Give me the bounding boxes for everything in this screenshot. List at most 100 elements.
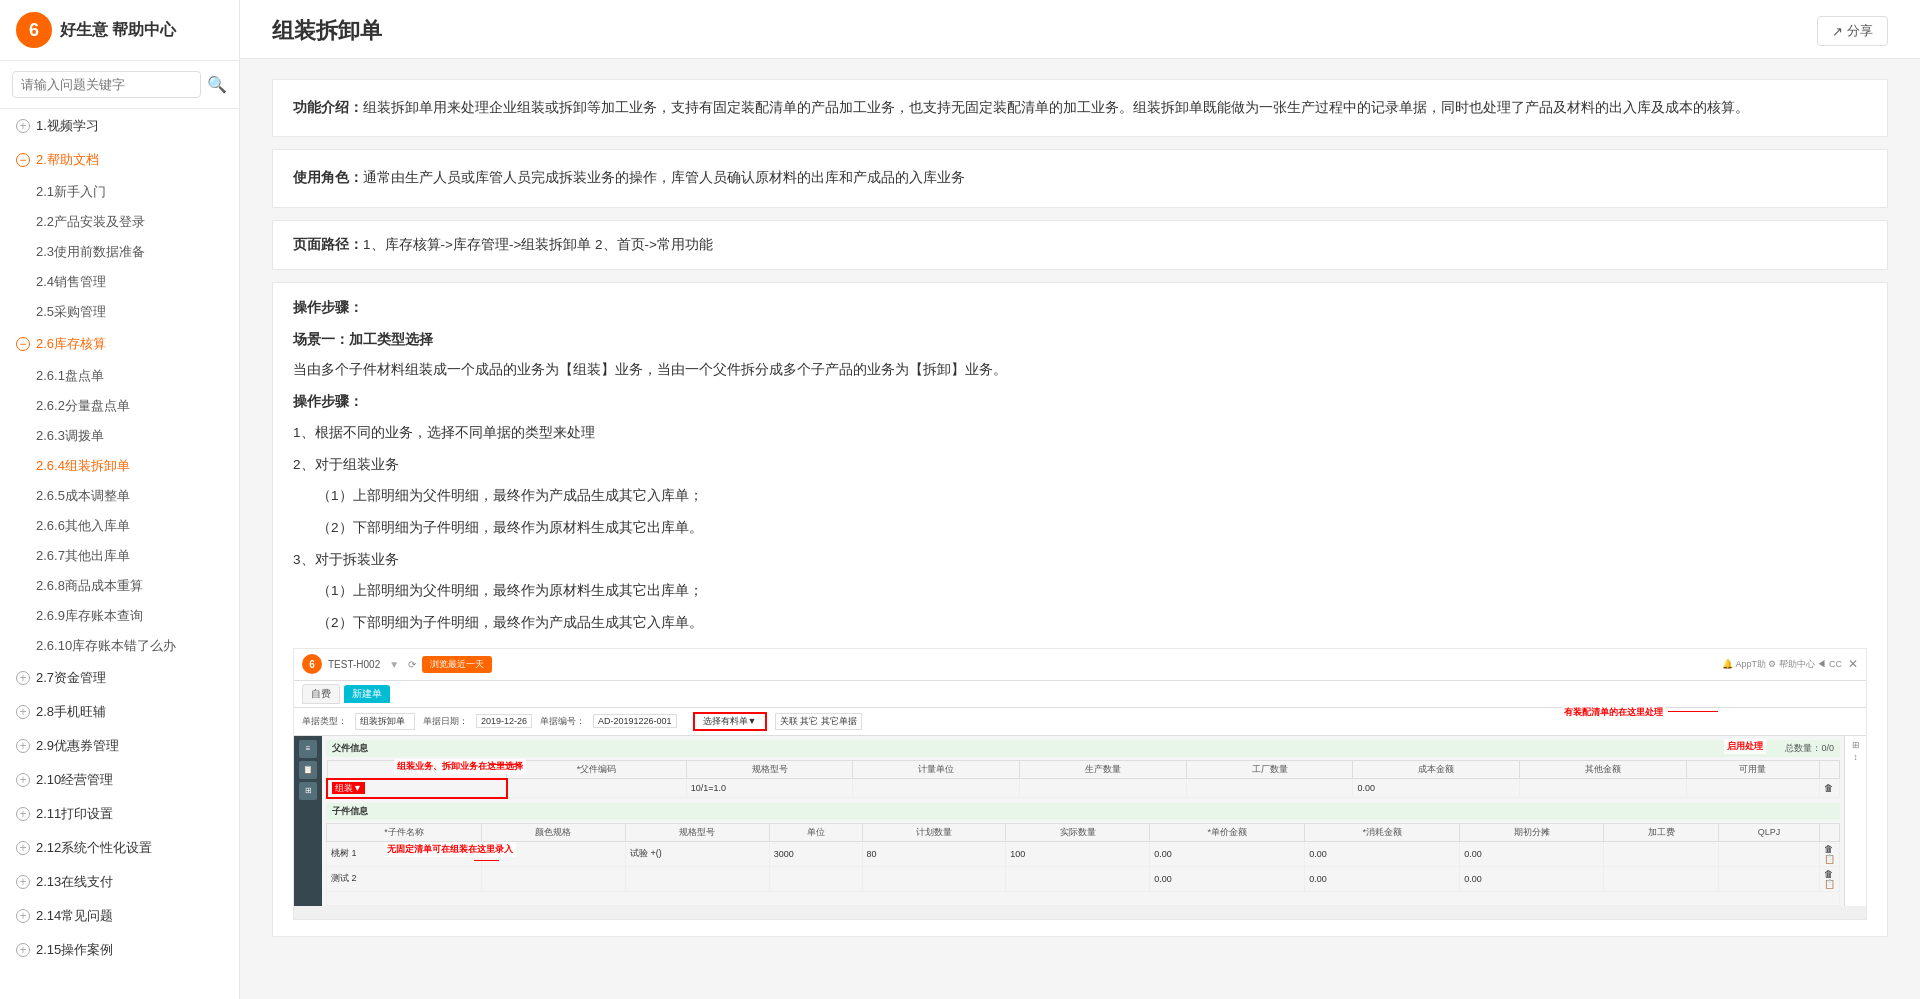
main-area: 组装拆卸单 ↗ 分享 功能介绍：组装拆卸单用来处理企业组装或拆卸等加工业务，支持…: [240, 0, 1920, 999]
role-text: 通常由生产人员或库管人员完成拆装业务的操作，库管人员确认原材料的出库和产成品的入…: [363, 170, 965, 185]
mini-td-factory: [1186, 779, 1353, 798]
scene1-desc: 当由多个子件材料组装成一个成品的业务为【组装】业务，当由一个父件拆分成多个子产品…: [293, 357, 1867, 383]
mini-btd2-11: [1719, 866, 1820, 891]
sidebar-item-2-6-1[interactable]: 2.6.1盘点单: [0, 361, 239, 391]
sidebar-item-2-6-2[interactable]: 2.6.2分量盘点单: [0, 391, 239, 421]
mini-close-icon: ✕: [1848, 657, 1858, 671]
mini-btd2-2: [482, 866, 626, 891]
mini-bth-6: 实际数量: [1006, 823, 1150, 841]
ops-steps-subtitle: 操作步骤：: [293, 389, 1867, 415]
mini-tab-new: 新建单: [344, 685, 390, 703]
mini-btd2-12: 🗑 📋: [1820, 866, 1840, 891]
mini-bth-5: 计划数量: [862, 823, 1006, 841]
mini-th-7: 成本金额: [1353, 760, 1520, 779]
expand-icon: +: [16, 671, 30, 685]
search-button[interactable]: 🔍: [207, 75, 227, 94]
mini-th-9: 可用量: [1686, 760, 1819, 779]
sidebar-item-2-13[interactable]: + 2.13在线支付: [0, 865, 239, 899]
sidebar-item-2-1[interactable]: 2.1新手入门: [0, 177, 239, 207]
sidebar-item-2-6-9[interactable]: 2.6.9库存账本查询: [0, 601, 239, 631]
sidebar-item-help[interactable]: − 2.帮助文档: [0, 143, 239, 177]
sidebar-item-2-6-3[interactable]: 2.6.3调拨单: [0, 421, 239, 451]
sidebar-item-2-6-6[interactable]: 2.6.6其他入库单: [0, 511, 239, 541]
mini-btd2-7: 0.00: [1150, 866, 1305, 891]
step3a: （1）上部明细为父件明细，最终作为原材料生成其它出库单；: [293, 578, 1867, 604]
sidebar-item-2-14[interactable]: + 2.14常见问题: [0, 899, 239, 933]
mini-rows-count: 总数量：0/0: [1785, 742, 1834, 755]
mini-bottom-row-1: 桃树 1 试验 +() 3000 80 100 0.00 0.00 0.00: [327, 841, 1840, 866]
mini-btd-2: [482, 841, 626, 866]
mini-dropdown-icon: ▼: [389, 659, 399, 670]
mini-red-tag: 组装▼: [332, 782, 365, 794]
mini-db-label: TEST-H002: [328, 659, 380, 670]
mini-strip-icon3: ⊞: [299, 782, 317, 800]
collapse-icon: −: [16, 337, 30, 351]
expand-icon: +: [16, 841, 30, 855]
search-input[interactable]: [12, 71, 201, 98]
mini-tables-area: 父件信息 总数量：0/0 *父件名称 *父件编码 规格型号: [322, 736, 1844, 906]
nav-label: 2.12系统个性化设置: [36, 839, 152, 857]
step2b: （2）下部明细为子件明细，最终作为原材料生成其它出库单。: [293, 515, 1867, 541]
sidebar-item-2-10[interactable]: + 2.10经营管理: [0, 763, 239, 797]
nav-label: 2.14常见问题: [36, 907, 113, 925]
mini-btd-5: 80: [862, 841, 1006, 866]
mini-bottom-section-title: 子件信息: [332, 805, 368, 818]
mini-form-bar: 单据类型： 组装拆卸单 单据日期： 2019-12-26 单据编号： AD-20…: [294, 708, 1866, 736]
mini-btd-6: 100: [1006, 841, 1150, 866]
mini-strip-icon2: 📋: [299, 761, 317, 779]
sidebar-item-2-7[interactable]: + 2.7资金管理: [0, 661, 239, 695]
sidebar-item-2-4[interactable]: 2.4销售管理: [0, 267, 239, 297]
mini-th-1: *父件名称: [327, 760, 507, 779]
sidebar-item-2-6-10[interactable]: 2.6.10库存账本错了么办: [0, 631, 239, 661]
sidebar-item-2-5[interactable]: 2.5采购管理: [0, 297, 239, 327]
mini-btd-1: 桃树 1: [327, 841, 482, 866]
mini-tab-bar: 自费 新建单: [294, 681, 1866, 708]
mini-td-prod: [1020, 779, 1187, 798]
mini-btd2-5: [862, 866, 1006, 891]
mini-bottom-row-2: 测试 2 0.00 0.00 0.00: [327, 866, 1840, 891]
mini-btd-3: 试验 +(): [625, 841, 769, 866]
mini-btd-7: 0.00: [1150, 841, 1305, 866]
sidebar-item-2-9[interactable]: + 2.9优惠券管理: [0, 729, 239, 763]
mini-btd2-8: 0.00: [1305, 866, 1460, 891]
mini-bottom-row-3: [327, 891, 1840, 905]
nav-label: 2.8手机旺辅: [36, 703, 106, 721]
mini-btd-8: 0.00: [1305, 841, 1460, 866]
sidebar-item-2-6-8[interactable]: 2.6.8商品成本重算: [0, 571, 239, 601]
sidebar-item-2-6-4[interactable]: 2.6.4组装拆卸单: [0, 451, 239, 481]
sidebar-item-2-3[interactable]: 2.3使用前数据准备: [0, 237, 239, 267]
sidebar-item-2-11[interactable]: + 2.11打印设置: [0, 797, 239, 831]
mini-recent-btn: 浏览最近一天: [422, 656, 492, 673]
share-button[interactable]: ↗ 分享: [1817, 16, 1888, 46]
mini-btd-12: 🗑 📋: [1820, 841, 1840, 866]
step3: 3、对于拆装业务: [293, 547, 1867, 573]
sidebar-item-video[interactable]: + 1.视频学习: [0, 109, 239, 143]
mini-topbar-right: 🔔 AppT助 ⚙ 帮助中心 ◀ CC ✕: [1722, 657, 1858, 671]
main-header: 组装拆卸单 ↗ 分享: [240, 0, 1920, 59]
path-label: 页面路径：: [293, 237, 363, 252]
func-intro-block: 功能介绍：组装拆卸单用来处理企业组装或拆卸等加工业务，支持有固定装配清单的产品加…: [272, 79, 1888, 137]
path-text: 1、库存核算->库存管理->组装拆卸单 2、首页->常用功能: [363, 237, 713, 252]
sidebar-item-2-6-7[interactable]: 2.6.7其他出库单: [0, 541, 239, 571]
mini-th-3: 规格型号: [686, 760, 853, 779]
nav-label: 2.7资金管理: [36, 669, 106, 687]
sidebar-item-2-8[interactable]: + 2.8手机旺辅: [0, 695, 239, 729]
share-icon: ↗: [1832, 24, 1843, 39]
sidebar-item-2-15[interactable]: + 2.15操作案例: [0, 933, 239, 967]
mini-topbar-left: 6 TEST-H002 ▼ ⟳ 浏览最近一天: [302, 654, 492, 674]
sidebar-item-2-6-5[interactable]: 2.6.5成本调整单: [0, 481, 239, 511]
sidebar-item-2-2[interactable]: 2.2产品安装及登录: [0, 207, 239, 237]
sidebar-item-2-12[interactable]: + 2.12系统个性化设置: [0, 831, 239, 865]
mini-body: ≡ 📋 ⊞ 父件信息 总数量：0/0: [294, 736, 1866, 906]
mini-bth-9: 期初分摊: [1460, 823, 1604, 841]
expand-icon: +: [16, 119, 30, 133]
mini-btd-4: 3000: [769, 841, 862, 866]
annotation-arrow-2: [489, 764, 519, 765]
sidebar-item-2-6[interactable]: − 2.6库存核算: [0, 327, 239, 361]
collapse-icon: −: [16, 153, 30, 167]
mini-th-5: 生产数量: [1020, 760, 1187, 779]
share-label: 分享: [1847, 22, 1873, 40]
mini-bottom-row-4: [327, 905, 1840, 906]
expand-icon: +: [16, 875, 30, 889]
mini-th-8: 其他金额: [1520, 760, 1687, 779]
